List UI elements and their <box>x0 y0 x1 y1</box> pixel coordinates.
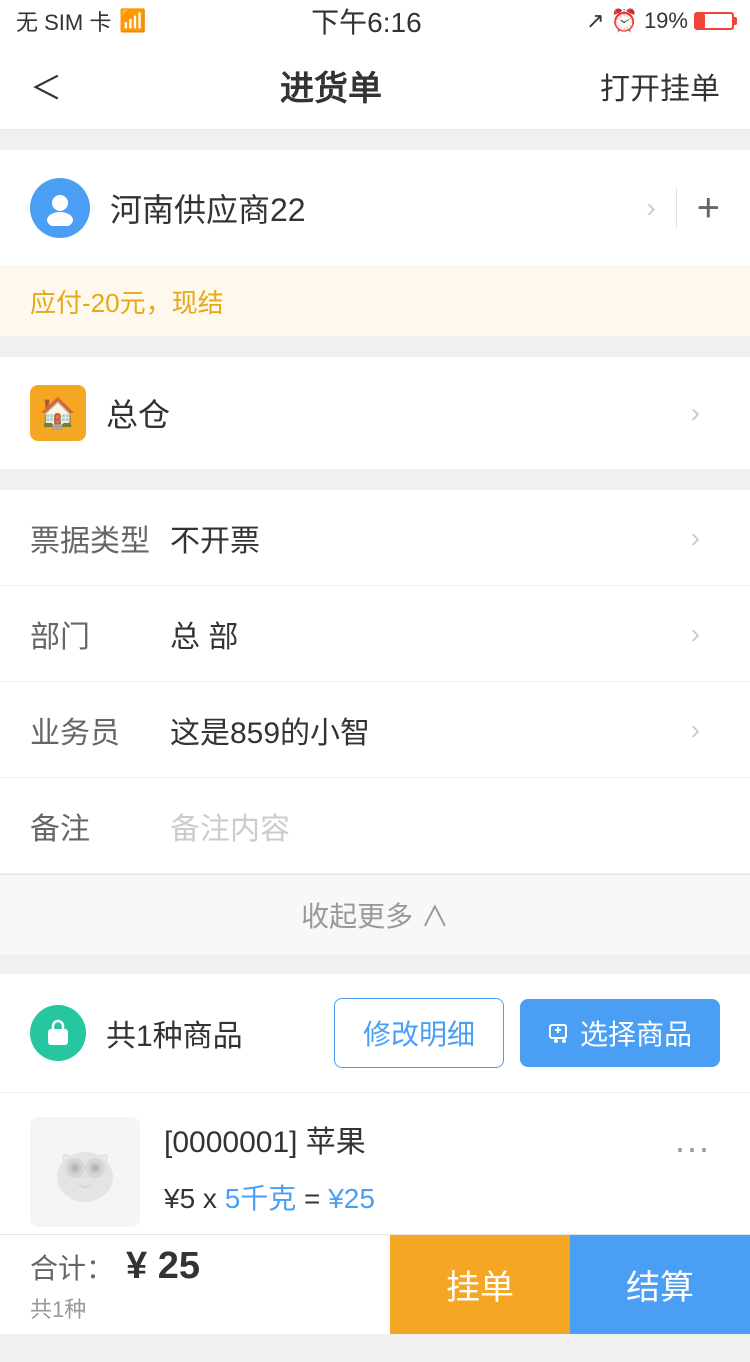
invoice-row[interactable]: 票据类型 不开票 › <box>0 490 750 586</box>
supplier-avatar <box>30 178 90 238</box>
hang-order-button[interactable]: 挂单 <box>390 1235 570 1334</box>
battery-percent: 19% <box>644 8 688 34</box>
dept-value: 总 部 <box>150 612 691 656</box>
alarm-icon: ⏰ <box>611 8 638 34</box>
product-name: [0000001] 苹果 <box>164 1117 664 1161</box>
unit-price: ¥5 x <box>164 1183 225 1214</box>
collapse-label: 收起更多 ∧ <box>301 895 449 935</box>
owl-logo-svg <box>45 1132 125 1212</box>
edit-detail-button[interactable]: 修改明细 <box>334 998 504 1068</box>
product-item: [0000001] 苹果 ¥5 x 5千克 = ¥25 ··· <box>0 1093 750 1252</box>
staff-chevron-icon: › <box>691 714 700 746</box>
collapse-button[interactable]: 收起更多 ∧ <box>0 874 750 954</box>
product-bag-icon <box>30 1005 86 1061</box>
dept-label: 部门 <box>30 612 150 656</box>
invoice-value: 不开票 <box>150 516 691 560</box>
remark-row[interactable]: 备注 备注内容 <box>0 778 750 874</box>
supplier-section: 河南供应商22 › + 应付-20元，现结 <box>0 150 750 337</box>
section-gap-3 <box>0 470 750 490</box>
product-count-label: 共1种商品 <box>106 1011 334 1055</box>
price-eq: = <box>296 1183 328 1214</box>
total-label: 合计： <box>30 1247 114 1287</box>
total-amount: ¥ 25 <box>126 1245 200 1288</box>
product-total: ¥25 <box>328 1183 375 1214</box>
product-section: 共1种商品 修改明细 选择商品 <box>0 974 750 1252</box>
warehouse-name: 总仓 <box>106 390 691 436</box>
invoice-label: 票据类型 <box>30 516 150 560</box>
remark-label: 备注 <box>30 804 150 848</box>
warehouse-row[interactable]: 🏠 总仓 › <box>0 357 750 470</box>
battery-icon <box>694 12 734 30</box>
warning-banner: 应付-20元，现结 <box>0 267 750 337</box>
supplier-row[interactable]: 河南供应商22 › + <box>0 150 750 267</box>
total-sub: 共1种 <box>30 1292 360 1324</box>
status-time: 下午6:16 <box>311 1 422 41</box>
staff-label: 业务员 <box>30 708 150 752</box>
remark-input[interactable]: 备注内容 <box>150 804 720 848</box>
supplier-chevron-icon: › <box>646 192 655 224</box>
section-gap-4 <box>0 954 750 974</box>
product-code: [0000001] <box>164 1126 306 1159</box>
wifi-icon: 📶 <box>119 8 146 34</box>
select-product-label: 选择商品 <box>580 1013 692 1053</box>
dept-chevron-icon: › <box>691 618 700 650</box>
status-left: 无 SIM 卡 📶 <box>16 5 147 37</box>
cart-icon <box>548 1021 572 1045</box>
select-product-button[interactable]: 选择商品 <box>520 999 720 1067</box>
footer: 合计： ¥ 25 共1种 挂单 结算 <box>0 1234 750 1334</box>
product-title: 苹果 <box>306 1126 366 1159</box>
product-info: [0000001] 苹果 ¥5 x 5千克 = ¥25 <box>164 1117 664 1217</box>
total-row: 合计： ¥ 25 <box>30 1245 360 1288</box>
nav-bar: ＜ 进货单 打开挂单 <box>0 42 750 130</box>
carrier-label: 无 SIM 卡 <box>16 5 111 37</box>
warehouse-chevron-icon: › <box>691 397 700 429</box>
product-more-button[interactable]: ··· <box>664 1117 720 1179</box>
person-icon <box>42 190 78 226</box>
dept-row[interactable]: 部门 总 部 › <box>0 586 750 682</box>
warehouse-section: 🏠 总仓 › <box>0 357 750 470</box>
bag-svg <box>42 1017 74 1049</box>
staff-value: 这是859的小智 <box>150 708 691 752</box>
product-thumbnail <box>30 1117 140 1227</box>
page-title: 进货单 <box>280 61 382 110</box>
supplier-name: 河南供应商22 <box>110 185 646 231</box>
status-right: ↗ ⏰ 19% <box>586 8 734 34</box>
open-pending-button[interactable]: 打开挂单 <box>600 64 720 108</box>
footer-total: 合计： ¥ 25 共1种 <box>0 1235 390 1334</box>
section-gap-2 <box>0 337 750 357</box>
back-button[interactable]: ＜ <box>30 63 62 109</box>
section-gap-1 <box>0 130 750 150</box>
product-header: 共1种商品 修改明细 选择商品 <box>0 974 750 1093</box>
supplier-divider <box>676 188 677 228</box>
product-qty: 5千克 <box>225 1183 297 1214</box>
checkout-button[interactable]: 结算 <box>570 1235 750 1334</box>
location-icon: ↗ <box>586 8 604 34</box>
invoice-chevron-icon: › <box>691 522 700 554</box>
form-section: 票据类型 不开票 › 部门 总 部 › 业务员 这是859的小智 › 备注 备注… <box>0 490 750 954</box>
add-supplier-button[interactable]: + <box>697 188 720 228</box>
product-price-row: ¥5 x 5千克 = ¥25 <box>164 1177 664 1217</box>
warehouse-icon: 🏠 <box>30 385 86 441</box>
status-bar: 无 SIM 卡 📶 下午6:16 ↗ ⏰ 19% <box>0 0 750 42</box>
house-icon: 🏠 <box>39 396 76 431</box>
staff-row[interactable]: 业务员 这是859的小智 › <box>0 682 750 778</box>
